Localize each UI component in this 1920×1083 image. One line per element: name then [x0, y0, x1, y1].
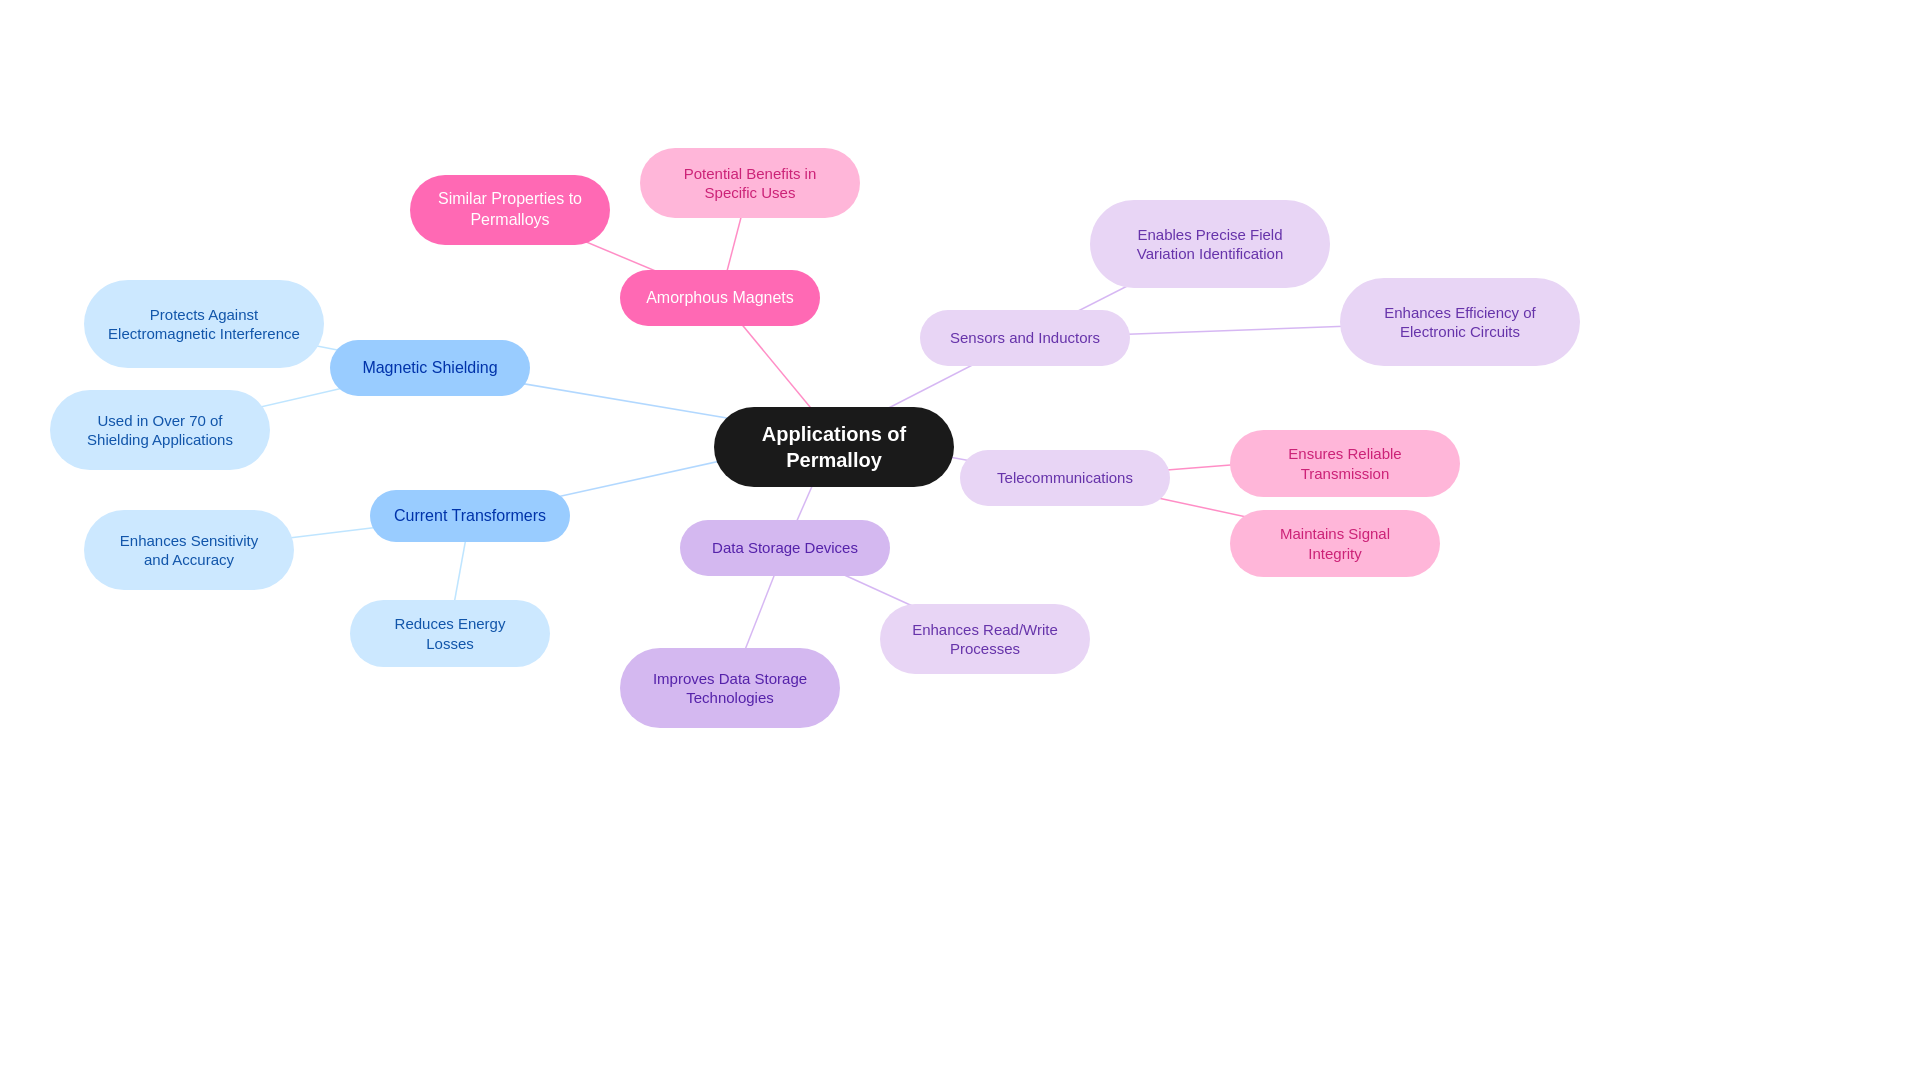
current-transformers-node: Current Transformers: [370, 490, 570, 542]
improves-data-storage-label: Improves Data Storage Technologies: [642, 669, 818, 708]
protects-emi-label: Protects Against Electromagnetic Interfe…: [106, 305, 302, 344]
ensures-reliable-label: Ensures Reliable Transmission: [1252, 444, 1438, 483]
telecommunications-label: Telecommunications: [997, 468, 1133, 488]
magnetic-shielding-node: Magnetic Shielding: [330, 340, 530, 396]
ensures-reliable-node: Ensures Reliable Transmission: [1230, 430, 1460, 497]
enables-precise-label: Enables Precise Field Variation Identifi…: [1112, 225, 1308, 264]
current-transformers-label: Current Transformers: [394, 506, 546, 527]
center-node: Applications of Permalloy: [714, 407, 954, 487]
improves-data-storage-node: Improves Data Storage Technologies: [620, 648, 840, 728]
maintains-signal-node: Maintains Signal Integrity: [1230, 510, 1440, 577]
used-over-70-label: Used in Over 70 of Shielding Application…: [72, 411, 248, 450]
enables-precise-node: Enables Precise Field Variation Identifi…: [1090, 200, 1330, 288]
amorphous-magnets-node: Amorphous Magnets: [620, 270, 820, 326]
center-label: Applications of Permalloy: [736, 421, 932, 473]
maintains-signal-label: Maintains Signal Integrity: [1252, 524, 1418, 563]
enhances-efficiency-node: Enhances Efficiency of Electronic Circui…: [1340, 278, 1580, 366]
telecommunications-node: Telecommunications: [960, 450, 1170, 506]
data-storage-devices-node: Data Storage Devices: [680, 520, 890, 576]
enhances-sensitivity-label: Enhances Sensitivity and Accuracy: [106, 531, 272, 570]
magnetic-shielding-label: Magnetic Shielding: [362, 358, 497, 379]
sensors-inductors-node: Sensors and Inductors: [920, 310, 1130, 366]
potential-benefits-label: Potential Benefits in Specific Uses: [662, 164, 838, 203]
amorphous-magnets-label: Amorphous Magnets: [646, 288, 794, 309]
sensors-inductors-label: Sensors and Inductors: [950, 328, 1100, 348]
data-storage-devices-label: Data Storage Devices: [712, 538, 858, 558]
used-over-70-node: Used in Over 70 of Shielding Application…: [50, 390, 270, 470]
reduces-energy-label: Reduces Energy Losses: [372, 614, 528, 653]
potential-benefits-node: Potential Benefits in Specific Uses: [640, 148, 860, 218]
similar-properties-label: Similar Properties to Permalloys: [432, 189, 588, 231]
enhances-sensitivity-node: Enhances Sensitivity and Accuracy: [84, 510, 294, 590]
enhances-read-write-node: Enhances Read/Write Processes: [880, 604, 1090, 674]
reduces-energy-node: Reduces Energy Losses: [350, 600, 550, 667]
enhances-read-write-label: Enhances Read/Write Processes: [902, 620, 1068, 659]
protects-emi-node: Protects Against Electromagnetic Interfe…: [84, 280, 324, 368]
similar-properties-node: Similar Properties to Permalloys: [410, 175, 610, 245]
enhances-efficiency-label: Enhances Efficiency of Electronic Circui…: [1362, 303, 1558, 342]
